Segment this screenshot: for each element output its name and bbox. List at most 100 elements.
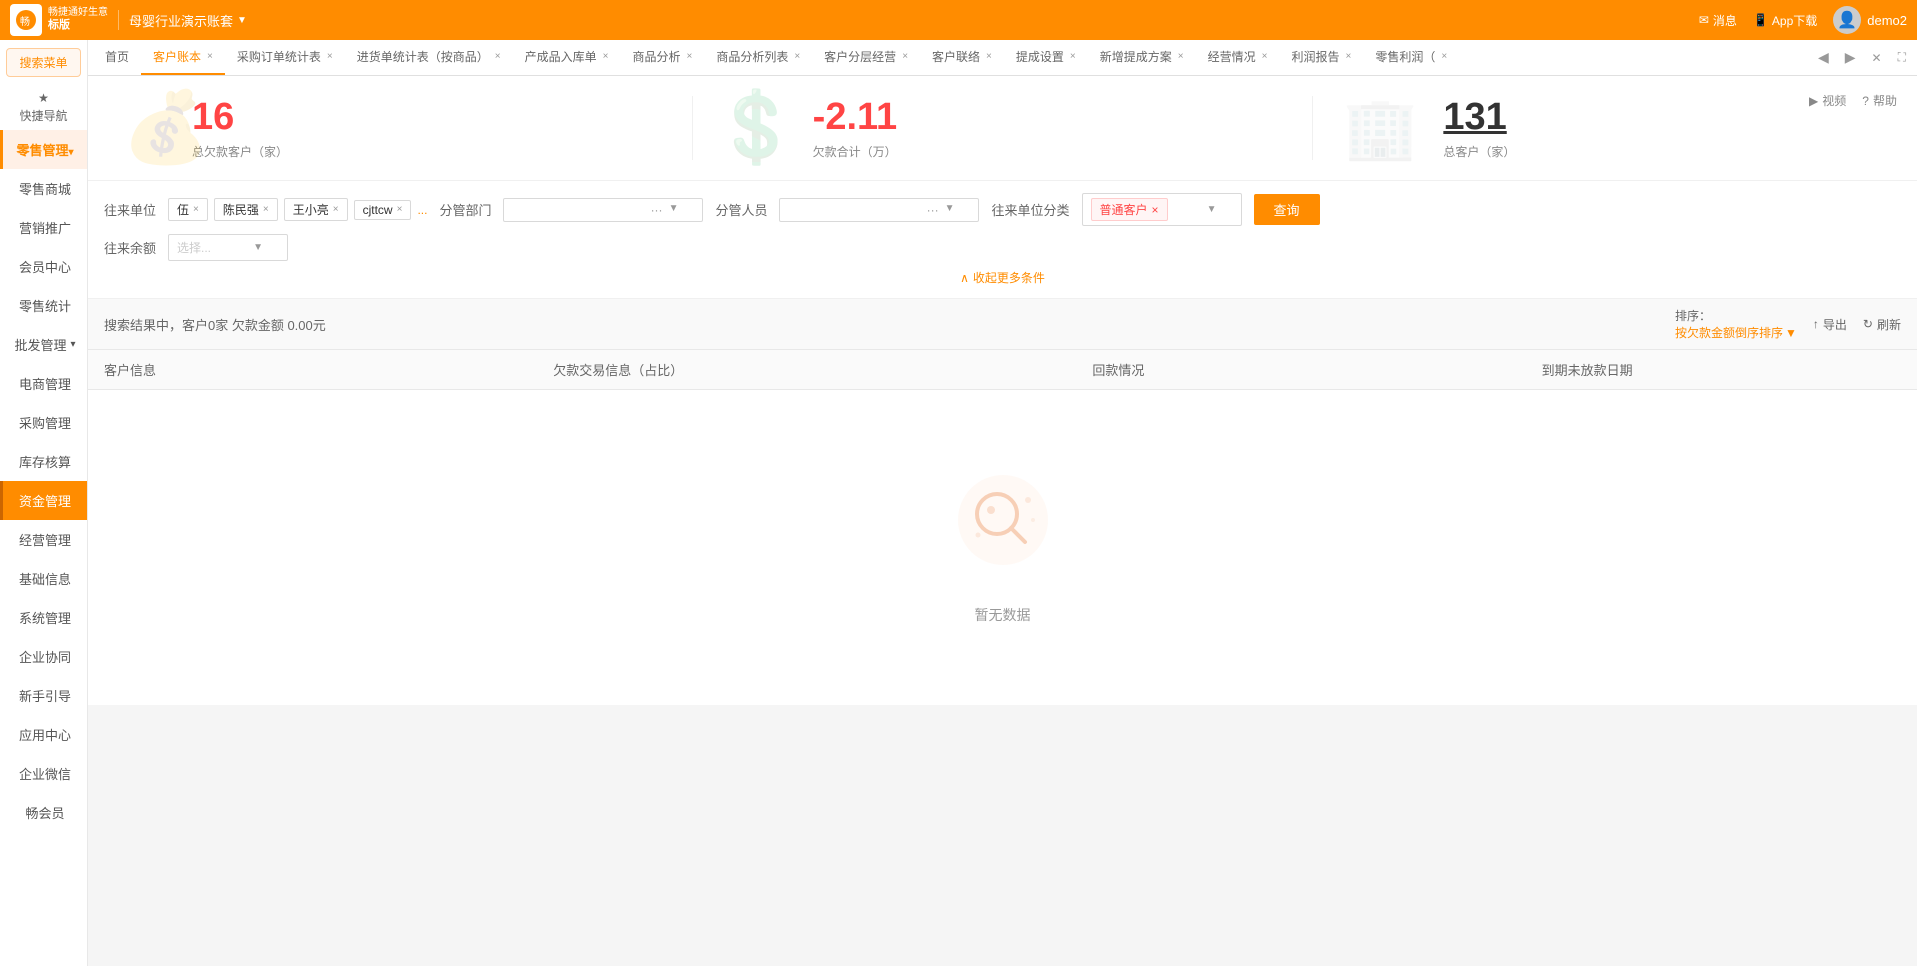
tab-prev-btn[interactable]: ◀ (1812, 47, 1835, 68)
tab-add-improve[interactable]: 新增提成方案 × (1088, 41, 1196, 75)
tab-retail-profit[interactable]: 零售利润（ × (1363, 41, 1459, 75)
company-selector[interactable]: 母婴行业演示账套 ▼ (129, 11, 247, 30)
sidebar-item-purchase-mgmt[interactable]: 采购管理 (0, 403, 87, 442)
tab-improve-settings[interactable]: 提成设置 × (1004, 41, 1088, 75)
tab-purchase-stats[interactable]: 采购订单统计表 × (225, 41, 345, 75)
tag-close-wang[interactable]: × (333, 204, 339, 215)
sidebar-item-marketing[interactable]: 营销推广 (0, 208, 87, 247)
stat-num-overdue: -2.11 (813, 96, 898, 139)
content-area: 首页 客户账本 × 采购订单统计表 × 进货单统计表（按商品） × 产成品入库单… (88, 40, 1917, 966)
download-icon: 📱 (1753, 13, 1768, 27)
tab-close-product-list[interactable]: × (794, 51, 800, 62)
help-icon: ? (1862, 94, 1869, 108)
company-arrow-icon: ▼ (237, 15, 247, 26)
sidebar-item-finance[interactable]: 资金管理 (0, 481, 87, 520)
tab-close-purchase[interactable]: × (327, 51, 333, 62)
more-tags-btn[interactable]: ... (417, 203, 427, 217)
stat-bg-icon2: 💲 (713, 87, 800, 169)
help-video-btn[interactable]: ▶ 视频 (1809, 92, 1846, 109)
tab-close-ops[interactable]: × (1262, 51, 1268, 62)
sidebar-item-inventory[interactable]: 库存核算 (0, 442, 87, 481)
tab-close-add[interactable]: × (1178, 51, 1184, 62)
tab-close-inbound[interactable]: × (495, 51, 501, 62)
th-payment-status: 回款情况 (1092, 360, 1541, 379)
sort-select[interactable]: 按欠款金额倒序排序 ▼ (1675, 324, 1797, 341)
dept-label: 分管部门 (439, 200, 491, 219)
tab-home[interactable]: 首页 (93, 41, 141, 75)
tab-close-product[interactable]: × (686, 51, 692, 62)
empty-text: 暂无数据 (975, 605, 1031, 625)
tab-product-analysis[interactable]: 商品分析 × (620, 41, 704, 75)
sidebar-item-retail-stats[interactable]: 零售统计 (0, 286, 87, 325)
app-download-btn[interactable]: 📱 App下载 (1753, 12, 1817, 29)
unit-category-select[interactable]: 普通客户 × ▼ (1082, 193, 1242, 226)
filter-tag-wu: 伍 × (168, 198, 208, 221)
tab-product-analysis-list[interactable]: 商品分析列表 × (704, 41, 812, 75)
filter-tag-wang: 王小亮 × (284, 198, 348, 221)
tab-close-all-btn[interactable]: ✕ (1866, 49, 1888, 67)
manager-label: 分管人员 (715, 200, 767, 219)
sidebar-item-operations[interactable]: 经营管理 (0, 520, 87, 559)
sidebar-item-enterprise[interactable]: 企业协同 (0, 637, 87, 676)
tab-fullscreen-btn[interactable]: ⛶ (1892, 48, 1912, 67)
collapse-area: ∧ 收起更多条件 (104, 269, 1901, 286)
tab-close-improve[interactable]: × (1070, 51, 1076, 62)
export-btn[interactable]: ↑ 导出 (1813, 316, 1847, 333)
stat-block-total: 🏢 131 总客户（家） (1313, 96, 1893, 160)
tab-customer-contact[interactable]: 客户联络 × (920, 41, 1004, 75)
remain-arrow-icon: ▼ (253, 242, 263, 253)
tag-close-chen[interactable]: × (263, 204, 269, 215)
tab-close-retail[interactable]: × (1441, 51, 1447, 62)
tab-close-contact[interactable]: × (986, 51, 992, 62)
sidebar-search-area: 搜索菜单 (0, 40, 87, 85)
tab-next-btn[interactable]: ▶ (1839, 47, 1862, 68)
tag-close-cj[interactable]: × (397, 204, 403, 215)
logo-icon: 畅 (10, 4, 42, 36)
stat-block-customers: 💰 16 总欠款客户（家） (112, 96, 693, 160)
tab-cost-inbound[interactable]: 产成品入库单 × (513, 41, 621, 75)
logo-subtitle: 标版 (48, 19, 108, 32)
category-tag-close[interactable]: × (1152, 203, 1159, 217)
tab-ops-status[interactable]: 经营情况 × (1196, 41, 1280, 75)
tab-profit-report[interactable]: 利润报告 × (1279, 41, 1363, 75)
collapse-btn[interactable]: ∧ 收起更多条件 (960, 269, 1045, 286)
tab-close-cost[interactable]: × (603, 51, 609, 62)
stat-content2: -2.11 欠款合计（万） (813, 96, 898, 160)
sidebar-item-retail-mall[interactable]: 零售商城 (0, 169, 87, 208)
th-customer-info: 客户信息 (104, 360, 553, 379)
logo-area: 畅 畅捷通好生意 标版 (10, 4, 108, 36)
sidebar-item-member-center[interactable]: 会员中心 (0, 247, 87, 286)
tab-close-customer-book[interactable]: × (207, 51, 213, 62)
sidebar-item-app-center[interactable]: 应用中心 (0, 715, 87, 754)
user-area[interactable]: 👤 demo2 (1833, 6, 1907, 34)
tag-close-wu[interactable]: × (193, 204, 199, 215)
sidebar-item-vip[interactable]: 畅会员 (0, 793, 87, 832)
sidebar-item-system-mgmt[interactable]: 系统管理 (0, 598, 87, 637)
tab-customer-tier[interactable]: 客户分层经营 × (812, 41, 920, 75)
sidebar-item-newbie[interactable]: 新手引导 (0, 676, 87, 715)
sidebar-item-retail-mgmt[interactable]: 零售管理▾ (0, 130, 87, 169)
arrow-icon: ▾ (68, 147, 73, 158)
search-menu-btn[interactable]: 搜索菜单 (6, 48, 81, 77)
quick-nav-btn[interactable]: ★ 快捷导航 (0, 85, 87, 130)
sidebar-item-wholesale-mgmt[interactable]: 批发管理▾ (0, 325, 87, 364)
stat-bg-icon3: 🏢 (1343, 93, 1418, 164)
sidebar-item-ecommerce[interactable]: 电商管理 (0, 364, 87, 403)
dept-select[interactable]: ··· ▼ (503, 198, 703, 222)
sidebar-item-basic-info[interactable]: 基础信息 (0, 559, 87, 598)
manager-select[interactable]: ··· ▼ (779, 198, 979, 222)
top-divider (118, 10, 119, 30)
sidebar-item-wechat[interactable]: 企业微信 (0, 754, 87, 793)
tab-close-profit[interactable]: × (1345, 51, 1351, 62)
arrow-icon2: ▾ (70, 339, 75, 350)
messages-btn[interactable]: ✉ 消息 (1699, 12, 1737, 29)
remain-select[interactable]: 选择... ▼ (168, 234, 288, 261)
help-doc-btn[interactable]: ? 帮助 (1862, 92, 1897, 109)
results-actions: 排序： 按欠款金额倒序排序 ▼ ↑ 导出 ↻ 刷新 (1675, 307, 1901, 341)
refresh-btn[interactable]: ↻ 刷新 (1863, 316, 1901, 333)
th-overdue-info: 欠款交易信息（占比） (553, 360, 1092, 379)
tab-close-tier[interactable]: × (902, 51, 908, 62)
tab-customer-book[interactable]: 客户账本 × (141, 41, 225, 75)
tab-inbound-stats[interactable]: 进货单统计表（按商品） × (345, 41, 513, 75)
search-btn[interactable]: 查询 (1254, 194, 1320, 225)
